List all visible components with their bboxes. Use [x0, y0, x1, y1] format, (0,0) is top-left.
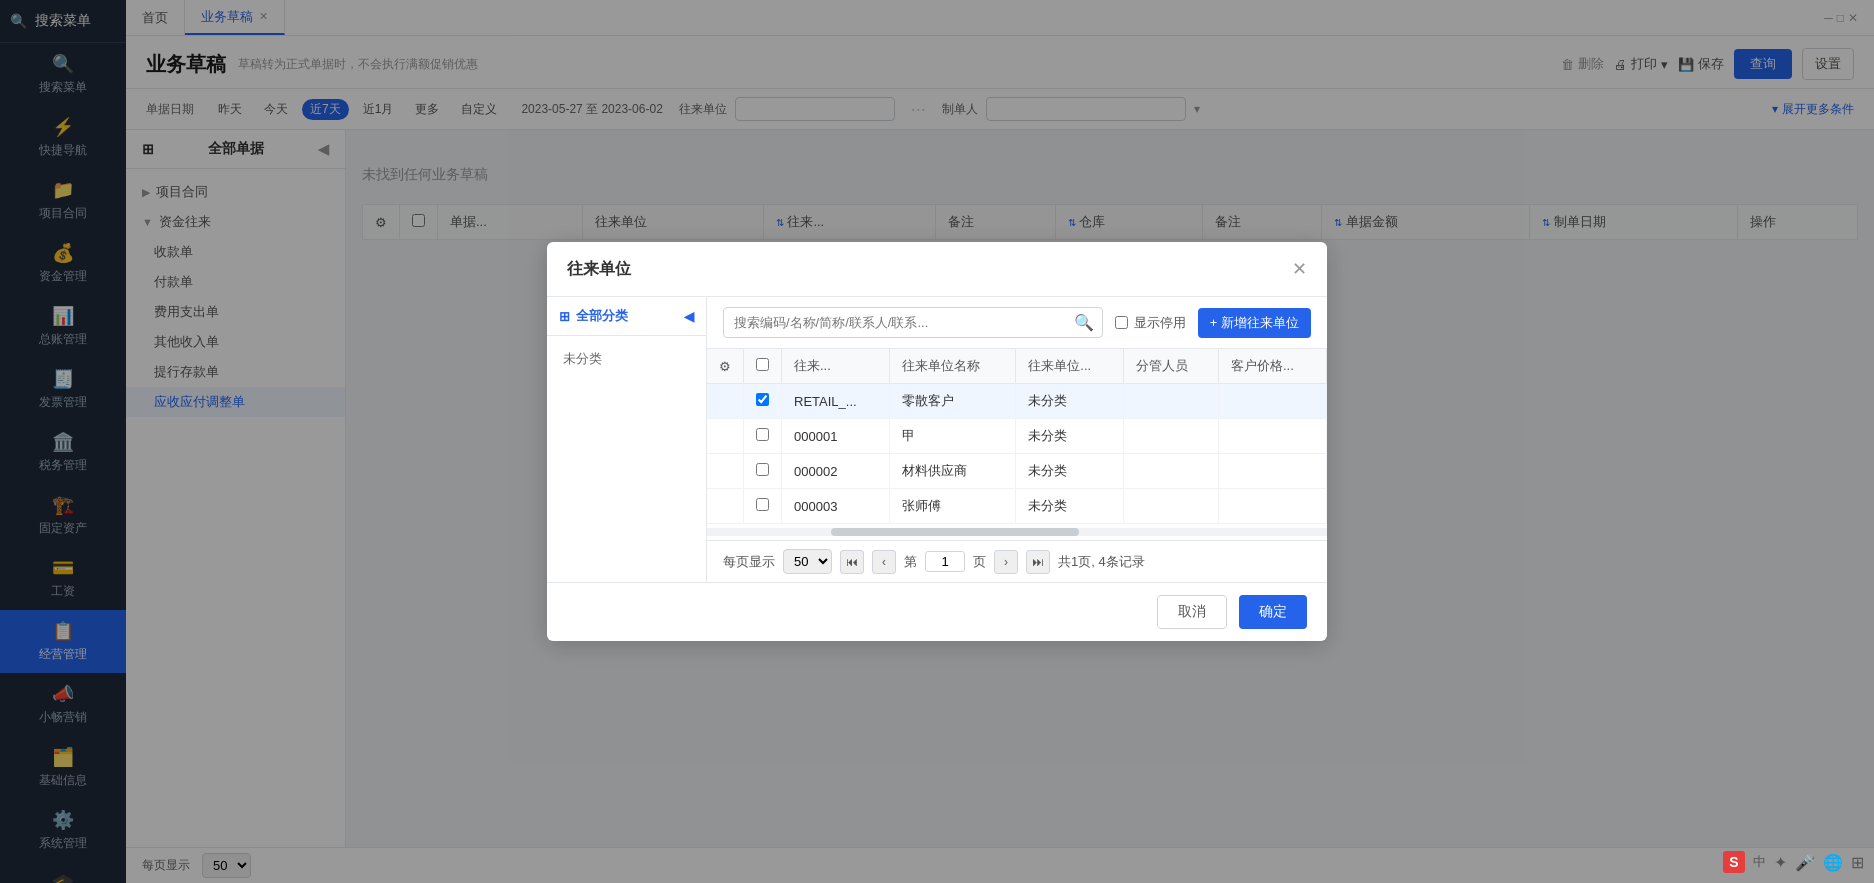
logo-icon-4[interactable]: 🌐 [1823, 853, 1843, 872]
row-manager-2 [1124, 419, 1219, 454]
dialog-left-panel: ⊞ 全部分类 ◀ 未分类 [547, 297, 707, 582]
dialog-th-category: 往来单位... [1016, 349, 1124, 384]
row-settings-3 [707, 454, 744, 489]
row-name-1: 零散客户 [889, 384, 1016, 419]
dialog-search-field[interactable]: 🔍 [723, 307, 1103, 338]
dialog-partner-table: ⚙ 往来... 往来单位名称 往来单位... 分管人员 客户价格... [707, 349, 1327, 524]
row-category-2: 未分类 [1016, 419, 1124, 454]
last-page-button[interactable]: ⏭ [1026, 550, 1050, 574]
table-row[interactable]: 000001 甲 未分类 [707, 419, 1327, 454]
row-settings-1 [707, 384, 744, 419]
dialog-select-all[interactable] [756, 358, 769, 371]
dialog-right-panel: 🔍 显示停用 + 新增往来单位 ⚙ [707, 297, 1327, 582]
row-check-3[interactable] [756, 463, 769, 476]
row-settings-2 [707, 419, 744, 454]
row-price-2 [1218, 419, 1326, 454]
dialog-header: 往来单位 ✕ [547, 242, 1327, 297]
grid-icon: ⊞ [559, 309, 570, 324]
first-page-button[interactable]: ⏮ [840, 550, 864, 574]
total-info: 共1页, 4条记录 [1058, 553, 1145, 571]
logo-icon-2[interactable]: ✦ [1774, 853, 1787, 872]
row-name-2: 甲 [889, 419, 1016, 454]
row-checkbox-2[interactable] [744, 419, 782, 454]
dialog-body: ⊞ 全部分类 ◀ 未分类 🔍 显示停用 [547, 297, 1327, 582]
row-name-4: 张师傅 [889, 489, 1016, 524]
logo-icon-1[interactable]: 中 [1753, 853, 1766, 872]
dialog-footer: 取消 确定 [547, 582, 1327, 641]
table-row[interactable]: 000003 张师傅 未分类 [707, 489, 1327, 524]
row-checkbox-1[interactable] [744, 384, 782, 419]
logo-icon-3[interactable]: 🎤 [1795, 853, 1815, 872]
dialog-title: 往来单位 [567, 259, 631, 280]
dialog-search-input[interactable] [724, 310, 1066, 335]
row-price-3 [1218, 454, 1326, 489]
dialog-overlay: 往来单位 ✕ ⊞ 全部分类 ◀ 未分类 🔍 [0, 0, 1874, 883]
table-row[interactable]: 000002 材料供应商 未分类 [707, 454, 1327, 489]
next-page-button[interactable]: › [994, 550, 1018, 574]
show-disabled-checkbox[interactable] [1115, 316, 1128, 329]
row-check-2[interactable] [756, 428, 769, 441]
dialog-category-list: 未分类 [547, 336, 706, 582]
dialog-toolbar: 🔍 显示停用 + 新增往来单位 [707, 297, 1327, 349]
dialog-close-button[interactable]: ✕ [1292, 258, 1307, 280]
prev-page-button[interactable]: ‹ [872, 550, 896, 574]
row-check-1[interactable] [756, 393, 769, 406]
dialog-th-price: 客户价格... [1218, 349, 1326, 384]
dialog-pagination: 每页显示 50 ⏮ ‹ 第 页 › ⏭ 共1页, 4条记录 [707, 540, 1327, 582]
per-page-label: 每页显示 [723, 553, 775, 571]
logo-s: S [1723, 851, 1745, 873]
logo-area: S 中 ✦ 🎤 🌐 ⊞ [1723, 851, 1864, 873]
page-label: 第 [904, 553, 917, 571]
row-name-3: 材料供应商 [889, 454, 1016, 489]
dialog-scrollbar[interactable] [707, 528, 1327, 536]
row-category-1: 未分类 [1016, 384, 1124, 419]
page-number-input[interactable] [925, 551, 965, 572]
page-suffix: 页 [973, 553, 986, 571]
collapse-dialog-left-icon[interactable]: ◀ [684, 309, 694, 324]
row-manager-4 [1124, 489, 1219, 524]
row-code-3: 000002 [782, 454, 890, 489]
row-code-2: 000001 [782, 419, 890, 454]
row-manager-1 [1124, 384, 1219, 419]
dialog-th-code: 往来... [782, 349, 890, 384]
row-checkbox-3[interactable] [744, 454, 782, 489]
new-partner-button[interactable]: + 新增往来单位 [1198, 308, 1311, 338]
confirm-button[interactable]: 确定 [1239, 595, 1307, 629]
dialog-all-category[interactable]: ⊞ 全部分类 ◀ [547, 297, 706, 336]
dialog-th-settings: ⚙ [707, 349, 744, 384]
scrollbar-thumb [831, 528, 1079, 536]
dialog-th-checkbox [744, 349, 782, 384]
all-category-label: 全部分类 [576, 307, 628, 325]
row-manager-3 [1124, 454, 1219, 489]
row-price-1 [1218, 384, 1326, 419]
logo-icon-5[interactable]: ⊞ [1851, 853, 1864, 872]
dialog-table-wrap: ⚙ 往来... 往来单位名称 往来单位... 分管人员 客户价格... [707, 349, 1327, 524]
dialog-th-manager: 分管人员 [1124, 349, 1219, 384]
per-page-select[interactable]: 50 [783, 549, 832, 574]
row-checkbox-4[interactable] [744, 489, 782, 524]
dialog-th-name: 往来单位名称 [889, 349, 1016, 384]
row-settings-4 [707, 489, 744, 524]
search-icon: 🔍 [1066, 308, 1102, 337]
table-row[interactable]: RETAIL_... 零散客户 未分类 [707, 384, 1327, 419]
partner-dialog: 往来单位 ✕ ⊞ 全部分类 ◀ 未分类 🔍 [547, 242, 1327, 641]
row-category-4: 未分类 [1016, 489, 1124, 524]
row-price-4 [1218, 489, 1326, 524]
show-disabled-text: 显示停用 [1134, 314, 1186, 332]
row-code-4: 000003 [782, 489, 890, 524]
row-check-4[interactable] [756, 498, 769, 511]
cancel-button[interactable]: 取消 [1157, 595, 1227, 629]
show-disabled-label[interactable]: 显示停用 [1115, 314, 1186, 332]
category-item[interactable]: 未分类 [547, 344, 706, 374]
row-code-1: RETAIL_... [782, 384, 890, 419]
row-category-3: 未分类 [1016, 454, 1124, 489]
logo-icons: 中 ✦ 🎤 🌐 ⊞ [1753, 853, 1864, 872]
